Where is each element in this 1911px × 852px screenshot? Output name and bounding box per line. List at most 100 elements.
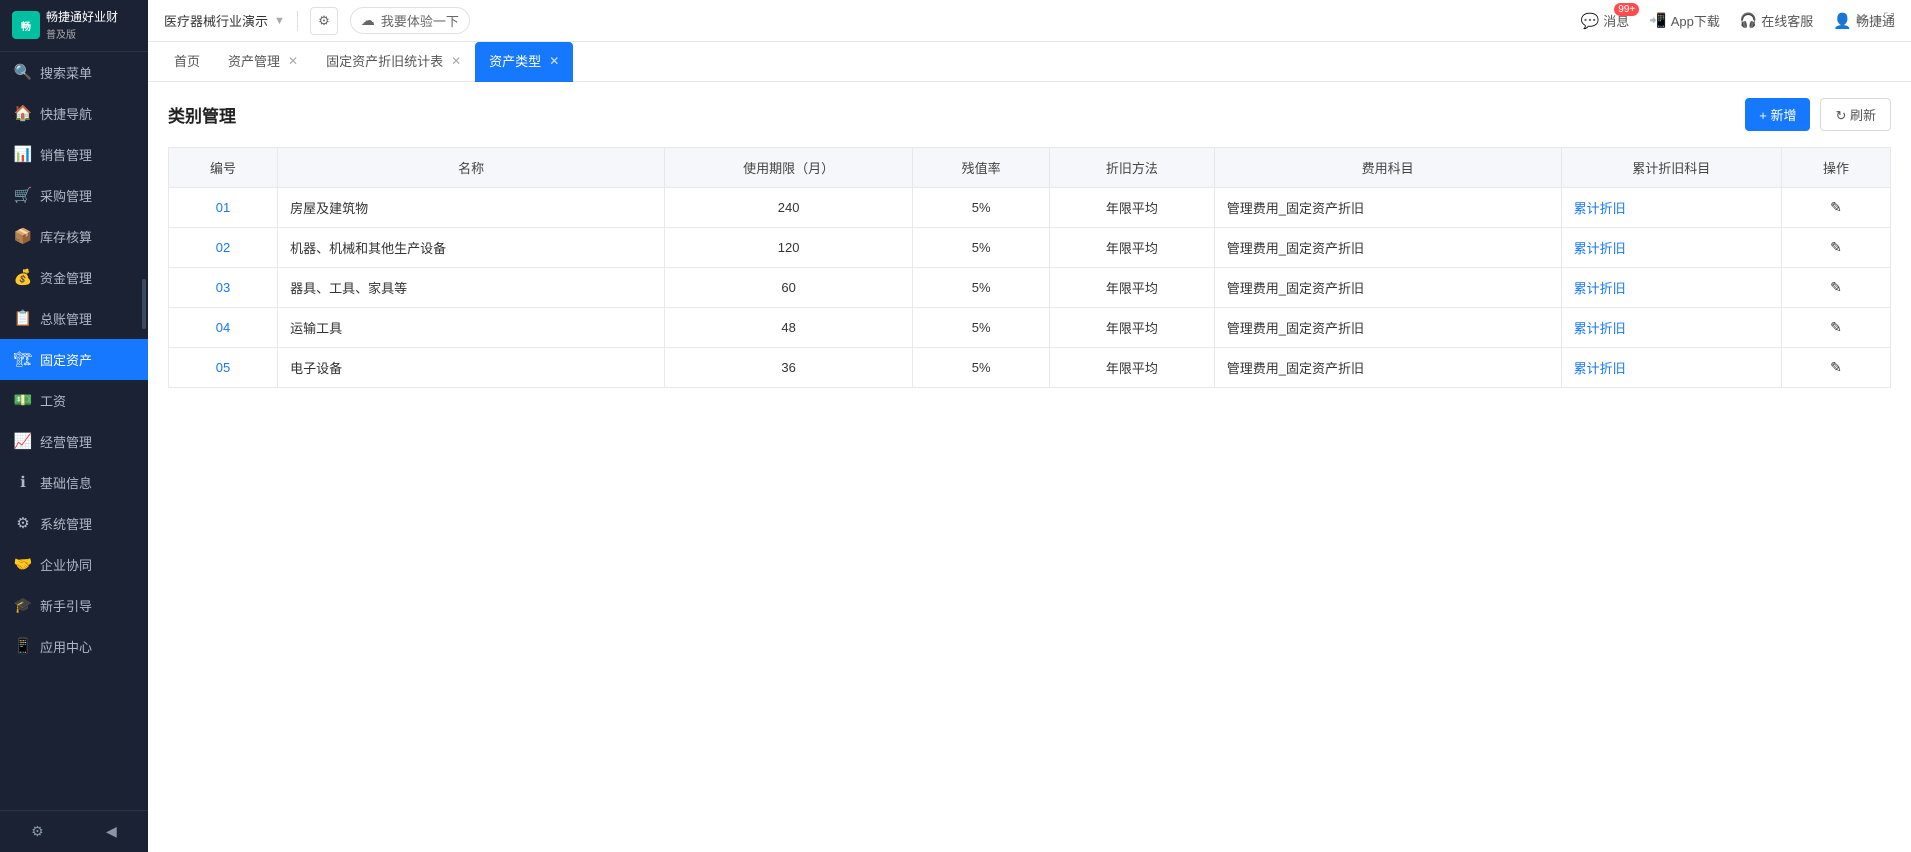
- download-icon: 📲: [1649, 12, 1666, 29]
- sidebar-item-quick-nav[interactable]: 🏠 快捷导航: [0, 93, 148, 134]
- refresh-button[interactable]: ↻ 刷新: [1820, 98, 1891, 131]
- cell-residual: 5%: [913, 348, 1050, 388]
- payroll-icon: 💵: [14, 391, 32, 409]
- col-expense: 费用科目: [1214, 148, 1561, 188]
- cell-method: 年限平均: [1050, 268, 1215, 308]
- user-icon: 👤: [1833, 12, 1852, 30]
- cell-expense-account: 管理费用_固定资产折旧: [1214, 188, 1561, 228]
- edit-button[interactable]: ✎: [1781, 188, 1890, 228]
- sidebar-item-sales[interactable]: 📊 销售管理: [0, 134, 148, 175]
- trial-icon: ☁: [361, 12, 375, 29]
- page-header: 类别管理 + 新增 ↻ 刷新: [168, 98, 1891, 131]
- message-badge: 99+: [1614, 3, 1639, 16]
- cell-name: 电子设备: [278, 348, 665, 388]
- sidebar-scrollbar: [142, 279, 146, 329]
- app-icon: 📱: [14, 637, 32, 655]
- window-close-button[interactable]: ✕: [1851, 8, 1871, 28]
- cell-expense-account: 管理费用_固定资产折旧: [1214, 228, 1561, 268]
- trial-button[interactable]: ☁ 我要体验一下: [350, 7, 470, 34]
- ledger-icon: 📋: [14, 309, 32, 327]
- sidebar-item-app-center[interactable]: 📱 应用中心: [0, 626, 148, 667]
- tab-home[interactable]: 首页: [160, 42, 214, 82]
- cell-period: 36: [665, 348, 913, 388]
- sidebar-item-guide[interactable]: 🎓 新手引导: [0, 585, 148, 626]
- cell-depreciation-account: 累计折旧: [1561, 268, 1781, 308]
- table-row: 01 房屋及建筑物 240 5% 年限平均 管理费用_固定资产折旧 累计折旧 ✎: [169, 188, 1891, 228]
- online-service-button[interactable]: 🎧 在线客服: [1740, 11, 1813, 30]
- tab-asset-manage-close[interactable]: ✕: [288, 54, 298, 68]
- sidebar-item-fixed-assets[interactable]: 🏗 固定资产: [0, 339, 148, 380]
- sidebar-item-purchase[interactable]: 🛒 采购管理: [0, 175, 148, 216]
- tab-depreciation-close[interactable]: ✕: [451, 54, 461, 68]
- sidebar-collapse-button[interactable]: ◀: [98, 819, 125, 844]
- sidebar-nav: 🔍 搜索菜单 🏠 快捷导航 📊 销售管理 🛒 采购管理 📦 库存核算 💰 资金管…: [0, 52, 148, 810]
- edit-button[interactable]: ✎: [1781, 268, 1890, 308]
- sidebar: 畅 畅捷通好业财 普及版 🔍 搜索菜单 🏠 快捷导航 📊 销售管理 🛒 采购管理…: [0, 0, 148, 852]
- app-logo: 畅 畅捷通好业财 普及版: [0, 0, 148, 52]
- tab-asset-type-close[interactable]: ✕: [549, 54, 559, 68]
- logo-icon: 畅: [12, 11, 40, 39]
- cell-method: 年限平均: [1050, 308, 1215, 348]
- col-id: 编号: [169, 148, 278, 188]
- trend-icon: 📈: [14, 432, 32, 450]
- sidebar-item-enterprise[interactable]: 🤝 企业协同: [0, 544, 148, 585]
- col-name: 名称: [278, 148, 665, 188]
- cell-name: 房屋及建筑物: [278, 188, 665, 228]
- window-maximize-button[interactable]: ⛶: [1879, 8, 1899, 28]
- company-selector[interactable]: 医疗器械行业演示 ▼: [164, 11, 285, 30]
- cell-period: 60: [665, 268, 913, 308]
- col-method: 折旧方法: [1050, 148, 1215, 188]
- col-residual: 残值率: [913, 148, 1050, 188]
- tabbar: 首页 资产管理 ✕ 固定资产折旧统计表 ✕ 资产类型 ✕ ✕ ⛶: [148, 42, 1911, 82]
- edit-button[interactable]: ✎: [1781, 348, 1890, 388]
- table-row: 02 机器、机械和其他生产设备 120 5% 年限平均 管理费用_固定资产折旧 …: [169, 228, 1891, 268]
- sidebar-item-search[interactable]: 🔍 搜索菜单: [0, 52, 148, 93]
- topbar: 医疗器械行业演示 ▼ ⚙ ☁ 我要体验一下 💬 消息 99+ 📲 App下载 🎧…: [148, 0, 1911, 42]
- sidebar-item-system[interactable]: ⚙ 系统管理: [0, 503, 148, 544]
- cell-period: 120: [665, 228, 913, 268]
- cell-method: 年限平均: [1050, 228, 1215, 268]
- cell-name: 运输工具: [278, 308, 665, 348]
- window-controls: ✕ ⛶: [1851, 8, 1899, 28]
- table-row: 03 器具、工具、家具等 60 5% 年限平均 管理费用_固定资产折旧 累计折旧…: [169, 268, 1891, 308]
- edit-button[interactable]: ✎: [1781, 308, 1890, 348]
- sidebar-item-payroll[interactable]: 💵 工资: [0, 380, 148, 421]
- new-button[interactable]: + 新增: [1745, 98, 1810, 131]
- sidebar-item-capital[interactable]: 💰 资金管理: [0, 257, 148, 298]
- page-content: 类别管理 + 新增 ↻ 刷新 编号 名称 使用期限（月） 残值率 折旧方法 费用…: [148, 82, 1911, 852]
- info-icon: ℹ: [14, 473, 32, 491]
- sidebar-item-ledger[interactable]: 📋 总账管理: [0, 298, 148, 339]
- sidebar-item-basic-info[interactable]: ℹ 基础信息: [0, 462, 148, 503]
- chart-icon: 📊: [14, 145, 32, 163]
- cell-name: 机器、机械和其他生产设备: [278, 228, 665, 268]
- table-row: 04 运输工具 48 5% 年限平均 管理费用_固定资产折旧 累计折旧 ✎: [169, 308, 1891, 348]
- cell-id: 03: [169, 268, 278, 308]
- cell-period: 48: [665, 308, 913, 348]
- sidebar-settings-button[interactable]: ⚙: [23, 819, 52, 844]
- sidebar-item-inventory[interactable]: 📦 库存核算: [0, 216, 148, 257]
- tab-asset-manage[interactable]: 资产管理 ✕: [214, 42, 312, 82]
- cell-residual: 5%: [913, 188, 1050, 228]
- building-icon: 🏗: [14, 350, 32, 368]
- cell-expense-account: 管理费用_固定资产折旧: [1214, 308, 1561, 348]
- home-icon: 🏠: [14, 104, 32, 122]
- app-download-button[interactable]: 📲 App下载: [1649, 11, 1720, 30]
- dropdown-icon: ▼: [274, 15, 285, 27]
- tab-asset-type[interactable]: 资产类型 ✕: [475, 42, 573, 82]
- settings-icon: ⚙: [318, 13, 330, 29]
- tab-depreciation-table[interactable]: 固定资产折旧统计表 ✕: [312, 42, 475, 82]
- service-icon: 🎧: [1740, 12, 1757, 29]
- topbar-right: 💬 消息 99+ 📲 App下载 🎧 在线客服 👤 畅捷通: [1581, 11, 1895, 30]
- cell-depreciation-account: 累计折旧: [1561, 308, 1781, 348]
- edit-button[interactable]: ✎: [1781, 228, 1890, 268]
- message-icon: 💬: [1581, 12, 1600, 30]
- cell-id: 01: [169, 188, 278, 228]
- guide-icon: 🎓: [14, 596, 32, 614]
- cell-id: 05: [169, 348, 278, 388]
- handshake-icon: 🤝: [14, 555, 32, 573]
- col-depreciation: 累计折旧科目: [1561, 148, 1781, 188]
- gear-icon: ⚙: [14, 514, 32, 532]
- message-button[interactable]: 💬 消息 99+: [1581, 11, 1630, 30]
- sidebar-item-business[interactable]: 📈 经营管理: [0, 421, 148, 462]
- topbar-settings-button[interactable]: ⚙: [310, 7, 338, 35]
